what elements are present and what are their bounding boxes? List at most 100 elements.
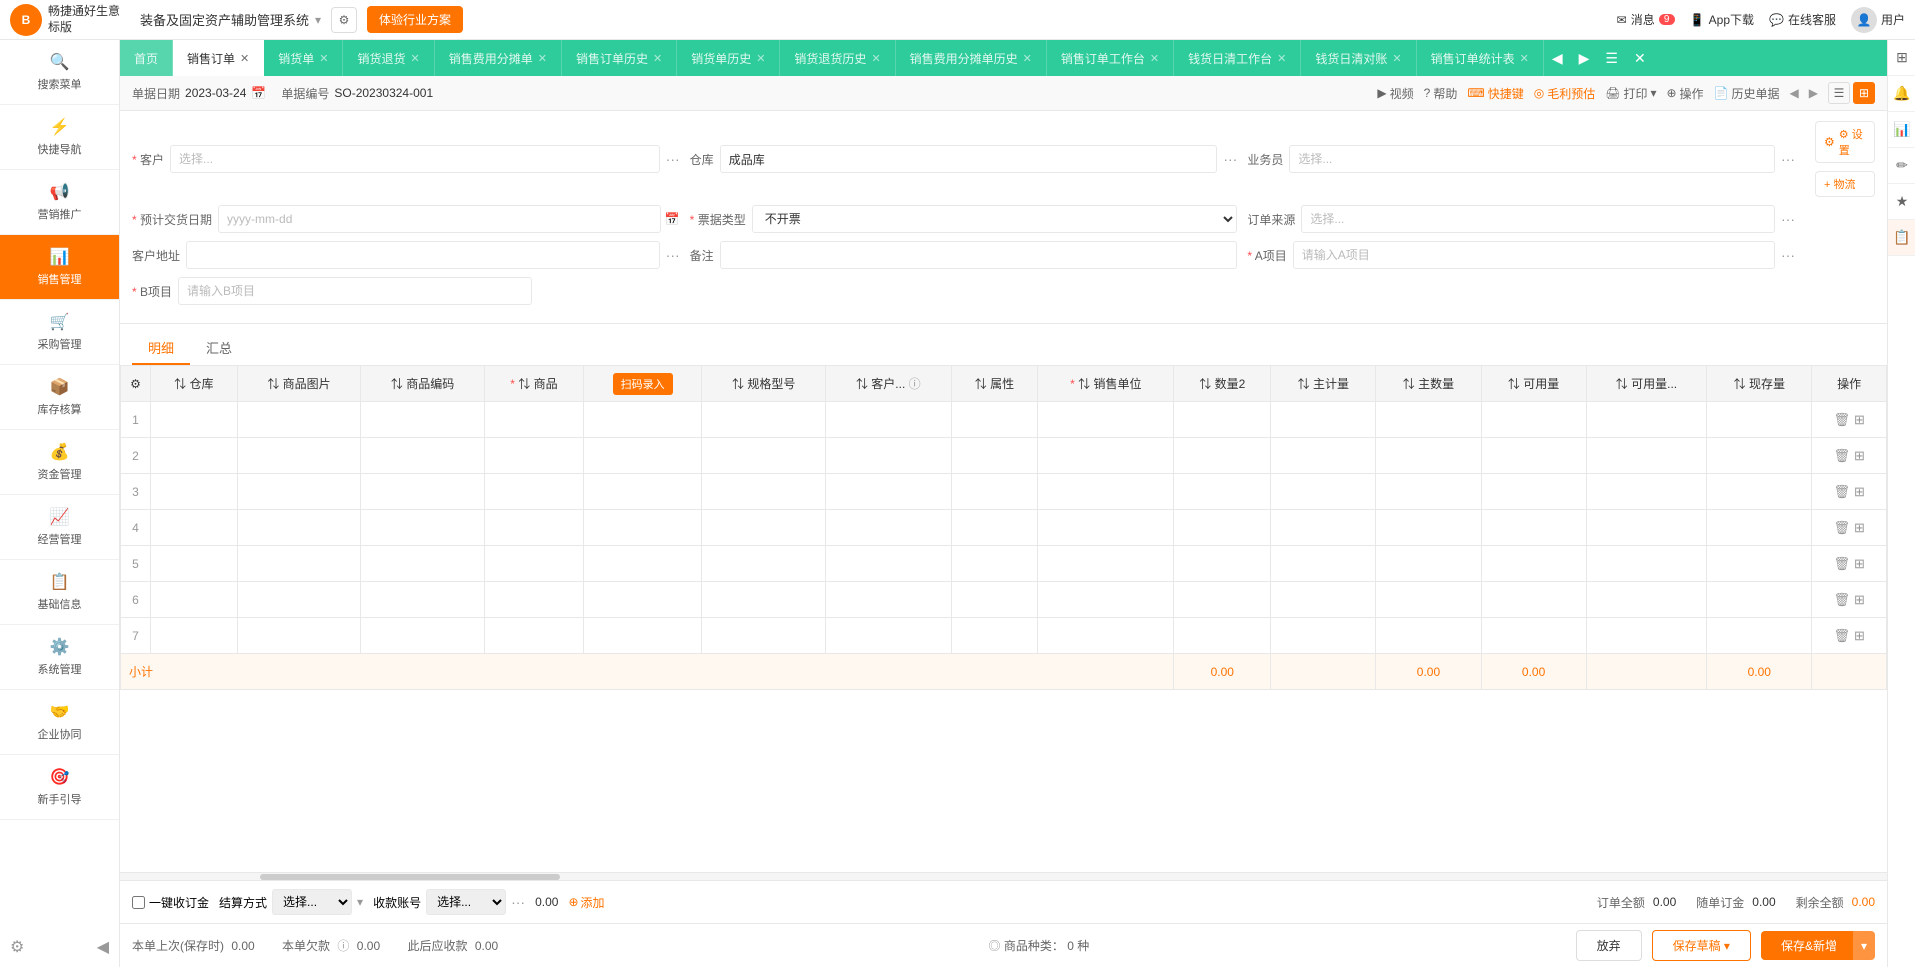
row-2-sales-unit[interactable] [1038, 438, 1174, 474]
row-2-delete-icon[interactable]: 🗑 [1833, 448, 1850, 464]
address-input[interactable] [186, 241, 660, 269]
row-6-delete-icon[interactable]: 🗑 [1833, 592, 1850, 608]
row-3-delete-icon[interactable]: 🗑 [1833, 484, 1850, 500]
sidebar-item-system[interactable]: ⚙️ 系统管理 [0, 625, 119, 690]
right-panel-btn-1[interactable]: ⊞ [1888, 40, 1915, 76]
sidebar-item-operation[interactable]: 📈 经营管理 [0, 495, 119, 560]
row-1-available[interactable] [1481, 402, 1586, 438]
row-3-code[interactable] [361, 474, 485, 510]
tab-next-btn[interactable]: ▶ [1571, 50, 1598, 67]
tab-cash-workbench[interactable]: 钱货日清工作台 ✕ [1174, 40, 1301, 76]
tab-sales-invoice[interactable]: 销货单 ✕ [264, 40, 343, 76]
one-click-checkbox[interactable] [132, 896, 145, 909]
row-1-available2[interactable] [1586, 402, 1707, 438]
tab-close-all-btn[interactable]: ✕ [1626, 50, 1654, 67]
save-new-btn[interactable]: 保存&新增 [1761, 931, 1857, 960]
profit-estimate-btn[interactable]: ◎ 毛利预估 [1534, 85, 1596, 102]
sidebar-item-inventory[interactable]: 📦 库存核算 [0, 365, 119, 430]
row-2-warehouse[interactable] [151, 438, 238, 474]
app-download-btn[interactable]: 📱 App下载 [1690, 11, 1754, 28]
tab-close-return-history[interactable]: ✕ [871, 52, 880, 65]
tab-close-invoice-history[interactable]: ✕ [756, 52, 765, 65]
row-1-sales-unit[interactable] [1038, 402, 1174, 438]
right-panel-btn-4[interactable]: ✏ [1888, 148, 1915, 184]
tab-close-sales-return[interactable]: ✕ [411, 52, 420, 65]
form-settings-btn[interactable]: ⚙ ⚙ 设置 [1815, 121, 1875, 163]
right-panel-btn-5[interactable]: ★ [1888, 184, 1915, 220]
row-3-product[interactable] [484, 474, 583, 510]
col-settings[interactable]: ⚙ [121, 366, 151, 402]
history-btn[interactable]: 📄 历史单据 [1714, 85, 1780, 102]
title-dropdown-arrow[interactable]: ▾ [315, 13, 321, 27]
list-view-btn[interactable]: ☰ [1828, 82, 1850, 104]
order-source-input[interactable] [1301, 205, 1775, 233]
row-1-copy-icon[interactable]: ⊞ [1854, 412, 1865, 428]
address-more-btn[interactable]: ··· [666, 247, 680, 263]
date-picker-icon2[interactable]: 📅 [665, 212, 680, 226]
view-video-btn[interactable]: ▶ 视频 [1377, 85, 1413, 102]
row-2-copy-icon[interactable]: ⊞ [1854, 448, 1865, 464]
warehouse-input[interactable] [720, 145, 1218, 173]
tab-sales-order-history[interactable]: 销售订单历史 ✕ [562, 40, 677, 76]
date-picker-icon[interactable]: 📅 [251, 86, 266, 100]
tab-detail[interactable]: 明细 [132, 332, 190, 365]
user-menu-btn[interactable]: 👤 用户 [1851, 7, 1905, 33]
tab-sales-expense[interactable]: 销售费用分摊单 ✕ [435, 40, 562, 76]
product-table-container[interactable]: ⚙ ⇅ 仓库 ⇅ 商品图片 ⇅ 商品编码 ⇅ 商品 [120, 365, 1887, 872]
tab-sales-return[interactable]: 销货退货 ✕ [343, 40, 434, 76]
tab-sales-order[interactable]: 销售订单 ✕ [173, 40, 264, 76]
tab-prev-btn[interactable]: ◀ [1544, 50, 1571, 67]
tab-order-workbench[interactable]: 销售订单工作台 ✕ [1047, 40, 1174, 76]
online-service-btn[interactable]: 💬 在线客服 [1769, 11, 1836, 28]
project-a-input[interactable] [1293, 241, 1775, 269]
save-new-dropdown-btn[interactable]: ▾ [1853, 931, 1875, 960]
tab-close-sales-order[interactable]: ✕ [240, 52, 249, 65]
row-1-stock[interactable] [1707, 402, 1812, 438]
tab-home[interactable]: 首页 [120, 40, 173, 76]
row-2-stock[interactable] [1707, 438, 1812, 474]
row-7-delete-icon[interactable]: 🗑 [1833, 628, 1850, 644]
tab-sales-summary[interactable]: 销售订单统计表 ✕ [1417, 40, 1544, 76]
staff-input[interactable] [1289, 145, 1775, 173]
row-1-main-qty[interactable] [1376, 402, 1481, 438]
tab-close-expense-history[interactable]: ✕ [1023, 52, 1032, 65]
project-b-input[interactable] [178, 277, 532, 305]
row-2-qty2[interactable] [1174, 438, 1271, 474]
tab-invoice-history[interactable]: 销货单历史 ✕ [677, 40, 780, 76]
sidebar-item-guide[interactable]: 🎯 新手引导 [0, 755, 119, 820]
scan-input-btn[interactable]: 扫码录入 [613, 373, 673, 395]
row-5-delete-icon[interactable]: 🗑 [1833, 556, 1850, 572]
row-2-product[interactable] [484, 438, 583, 474]
tab-return-history[interactable]: 销货退货历史 ✕ [780, 40, 895, 76]
row-4-delete-icon[interactable]: 🗑 [1833, 520, 1850, 536]
payment-method-select[interactable]: 选择... [272, 889, 352, 915]
row-2-spec[interactable] [702, 438, 826, 474]
grid-view-btn[interactable]: ⊞ [1853, 82, 1875, 104]
tab-close-history[interactable]: ✕ [653, 52, 662, 65]
row-2-main-qty[interactable] [1376, 438, 1481, 474]
row-1-attribute[interactable] [951, 402, 1038, 438]
row-1-delete-icon[interactable]: 🗑 [1833, 412, 1850, 428]
warehouse-more-btn[interactable]: ··· [1223, 151, 1237, 167]
nav-next-record[interactable]: ▶ [1809, 86, 1818, 100]
row-2-attribute[interactable] [951, 438, 1038, 474]
row-2-main-unit[interactable] [1271, 438, 1376, 474]
delivery-date-input[interactable] [218, 205, 661, 233]
tab-expense-history[interactable]: 销售费用分摊单历史 ✕ [896, 40, 1047, 76]
message-btn[interactable]: ✉ 消息 9 [1617, 11, 1675, 28]
row-7-copy-icon[interactable]: ⊞ [1854, 628, 1865, 644]
row-1-spec[interactable] [702, 402, 826, 438]
sidebar-item-search[interactable]: 🔍 搜索菜单 [0, 40, 119, 105]
row-2-code[interactable] [361, 438, 485, 474]
operation-btn[interactable]: ⊕ 操作 [1666, 85, 1703, 102]
customer-input[interactable] [170, 145, 660, 173]
right-panel-btn-6[interactable]: 📋 [1888, 220, 1915, 256]
sidebar-item-marketing[interactable]: 📢 营销推广 [0, 170, 119, 235]
right-panel-btn-2[interactable]: 🔔 [1888, 76, 1915, 112]
tab-summary[interactable]: 汇总 [190, 332, 248, 365]
staff-more-btn[interactable]: ··· [1781, 151, 1795, 167]
payment-dropdown-icon[interactable]: ▾ [357, 895, 363, 909]
invoice-type-select[interactable]: 不开票 [752, 205, 1238, 233]
tab-close-sales-expense[interactable]: ✕ [538, 52, 547, 65]
sidebar-item-finance[interactable]: 💰 资金管理 [0, 430, 119, 495]
